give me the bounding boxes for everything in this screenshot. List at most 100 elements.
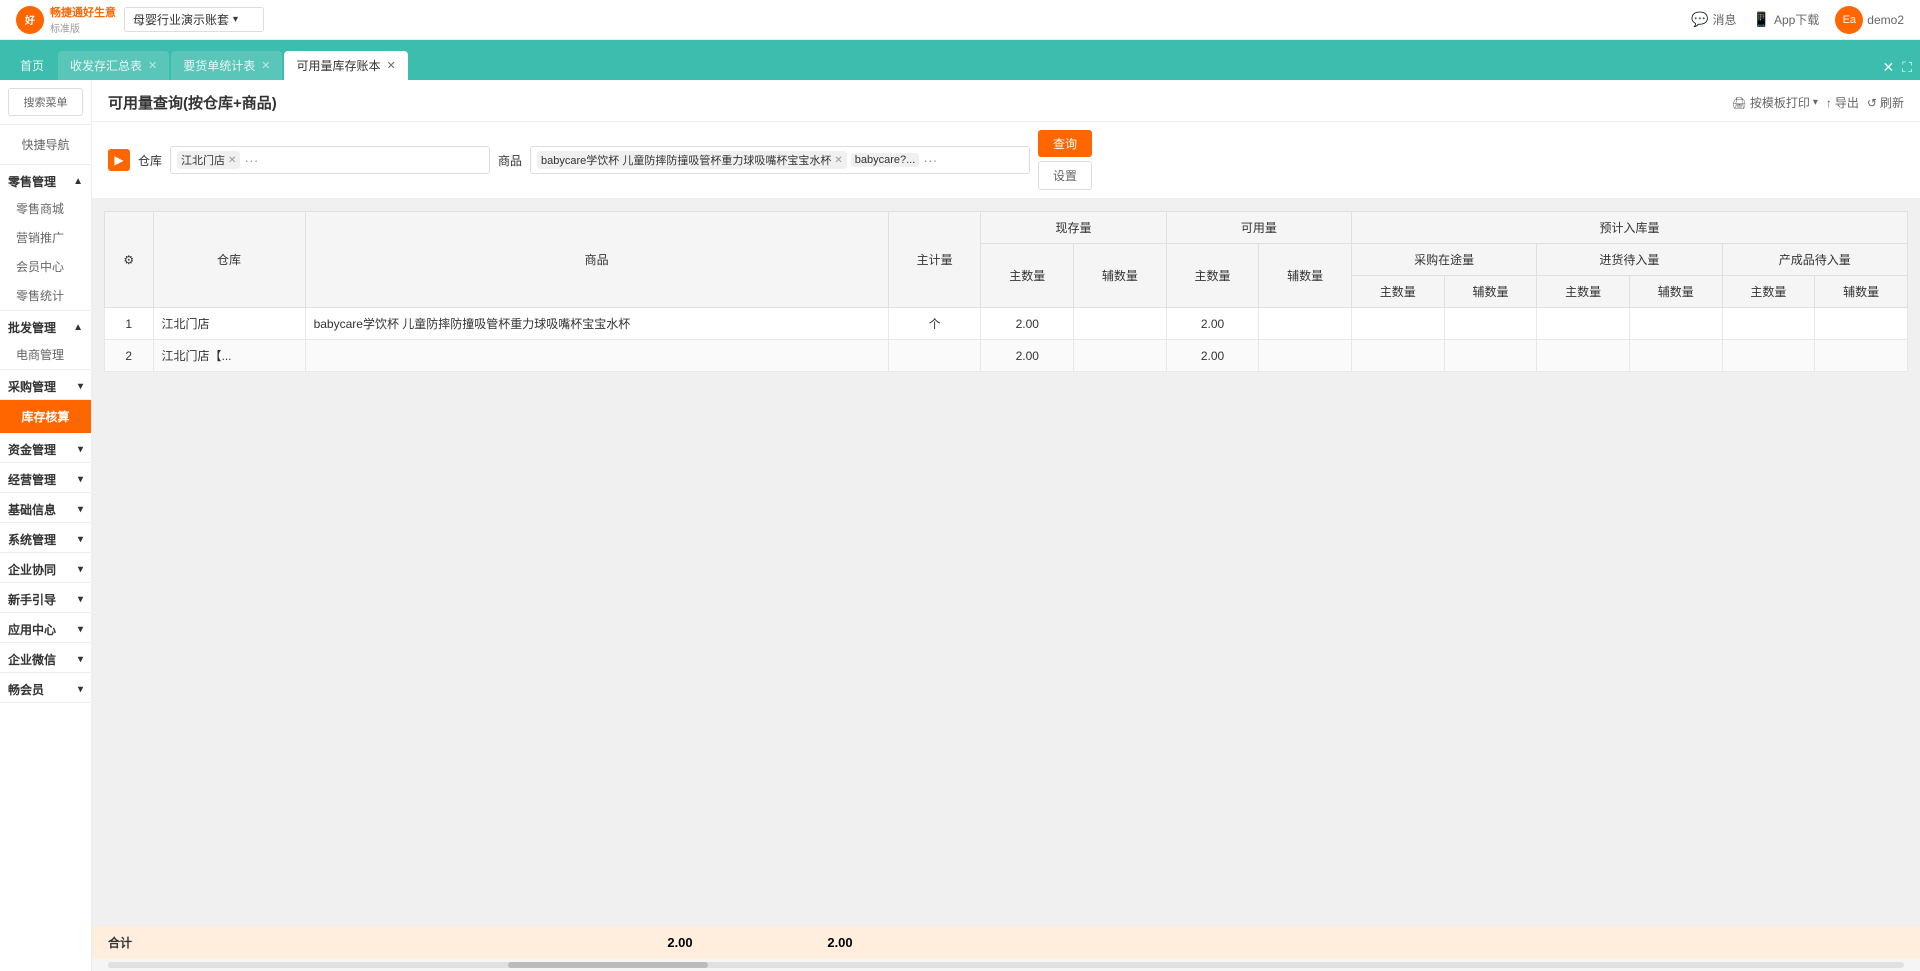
cell-product-aux [1815, 340, 1908, 372]
sidebar-item-quicknav[interactable]: 快捷导航 [0, 129, 91, 160]
scroll-thumb[interactable] [508, 962, 708, 968]
table-row: 1 江北门店 babycare学饮杯 儿童防摔防撞吸管杯重力球吸嘴杯宝宝水杯 个… [105, 308, 1908, 340]
top-bar: 好 畅捷通好生意 标准版 母婴行业演示账套 💬 消息 📱 App下载 Ea de… [0, 0, 1920, 40]
product-tag-2-text: babycare?... [855, 154, 916, 166]
sidebar-section-wechat-header[interactable]: 企业微信 ▾ [0, 643, 91, 672]
operation-chevron-icon: ▾ [78, 474, 83, 485]
print-chevron-icon: ▾ [1813, 97, 1818, 108]
sidebar-item-member-center[interactable]: 会员中心 [0, 252, 91, 281]
top-bar-left: 好 畅捷通好生意 标准版 母婴行业演示账套 [16, 4, 264, 35]
th-purchase-transit-group: 采购在途量 [1351, 244, 1536, 276]
message-icon: 💬 [1691, 11, 1708, 28]
newguide-chevron-icon: ▾ [78, 594, 83, 605]
cell-warehouse: 江北门店 [153, 308, 305, 340]
th-gear[interactable]: ⚙ [105, 212, 154, 308]
footer-label: 合计 [108, 934, 200, 951]
gear-icon: ⚙ [123, 253, 134, 267]
sidebar-item-inventory-active[interactable]: 库存核算 [0, 400, 91, 433]
purchase-chevron-icon: ▾ [78, 381, 83, 392]
chevron-down-icon [233, 14, 238, 25]
app-download-btn[interactable]: 📱 App下载 [1753, 11, 1820, 28]
sidebar-item-marketing[interactable]: 营销推广 [0, 223, 91, 252]
system-chevron-icon: ▾ [78, 534, 83, 545]
sidebar-section-retail-header[interactable]: 零售管理 ▲ [0, 165, 91, 194]
app-download-label: App下载 [1774, 11, 1819, 28]
close-window-icon[interactable]: ✕ [1882, 59, 1894, 76]
product-filter-dots[interactable]: ··· [923, 152, 937, 168]
sidebar-section-enterprise-header[interactable]: 企业协同 ▾ [0, 553, 91, 582]
finance-label: 资金管理 [8, 441, 56, 458]
query-btn[interactable]: 查询 [1038, 130, 1092, 157]
sidebar-item-retail-mall[interactable]: 零售商城 [0, 194, 91, 223]
th-inbound-pending-group: 进货待入量 [1537, 244, 1722, 276]
sidebar-section-system-header[interactable]: 系统管理 ▾ [0, 523, 91, 552]
member-chevron-icon: ▾ [78, 684, 83, 695]
sidebar-item-ecommerce[interactable]: 电商管理 [0, 340, 91, 369]
sidebar-section-purchase-header[interactable]: 采购管理 ▾ [0, 370, 91, 399]
product-tag-close[interactable]: ✕ [834, 155, 842, 166]
tab-receipts[interactable]: 收发存汇总表 ✕ [58, 51, 169, 80]
sidebar-section-finance-header[interactable]: 资金管理 ▾ [0, 433, 91, 462]
tab-home[interactable]: 首页 [8, 51, 56, 80]
product-filter-label: 商品 [498, 152, 522, 169]
wechat-label: 企业微信 [8, 651, 56, 668]
logo-sub-text: 标准版 [50, 20, 116, 35]
refresh-icon: ↺ [1867, 96, 1877, 110]
sidebar-section-basics-header[interactable]: 基础信息 ▾ [0, 493, 91, 522]
cell-purchase-main [1351, 308, 1444, 340]
th-product-pending-group: 产成品待入量 [1722, 244, 1907, 276]
member-label: 畅会员 [8, 681, 44, 698]
refresh-btn[interactable]: ↺ 刷新 [1867, 94, 1904, 111]
print-icon: 🖨 [1732, 96, 1747, 110]
print-btn[interactable]: 🖨 按模板打印 ▾ [1732, 94, 1818, 111]
finance-chevron-icon: ▾ [78, 444, 83, 455]
tab-receipts-close[interactable]: ✕ [148, 59, 157, 72]
warehouse-tag-close[interactable]: ✕ [228, 155, 236, 166]
settings-btn[interactable]: 设置 [1038, 161, 1092, 190]
retail-label: 零售管理 [8, 173, 56, 190]
search-menu-btn[interactable]: 搜索菜单 [8, 88, 83, 116]
app-icon: 📱 [1753, 11, 1770, 28]
sidebar-section-member-header[interactable]: 畅会员 ▾ [0, 673, 91, 702]
tab-orders[interactable]: 要货单统计表 ✕ [171, 51, 282, 80]
sidebar-section-appcenter-header[interactable]: 应用中心 ▾ [0, 613, 91, 642]
sidebar-section-operation-header[interactable]: 经营管理 ▾ [0, 463, 91, 492]
sidebar-section-member: 畅会员 ▾ [0, 673, 91, 703]
purchase-label: 采购管理 [8, 378, 56, 395]
sidebar-section-enterprise: 企业协同 ▾ [0, 553, 91, 583]
user-area[interactable]: Ea demo2 [1835, 6, 1904, 34]
sidebar-section-wechat: 企业微信 ▾ [0, 643, 91, 673]
th-main-unit: 主计量 [888, 212, 981, 308]
logo-text: 畅捷通好生意 标准版 [50, 4, 116, 35]
expand-filter-btn[interactable]: ▶ [108, 149, 130, 171]
wholesale-chevron-icon: ▲ [73, 322, 83, 333]
th-warehouse: 仓库 [153, 212, 305, 308]
enterprise-label: 企业协同 [8, 561, 56, 578]
tab-orders-close[interactable]: ✕ [261, 59, 270, 72]
page-title: 可用量查询(按仓库+商品) [108, 92, 277, 113]
appcenter-chevron-icon: ▾ [78, 624, 83, 635]
cell-avail-aux [1259, 340, 1352, 372]
top-bar-right: 💬 消息 📱 App下载 Ea demo2 [1691, 6, 1904, 34]
tab-inventory[interactable]: 可用量库存账本 ✕ [284, 51, 407, 80]
tab-inventory-close[interactable]: ✕ [387, 59, 396, 72]
export-label: 导出 [1835, 94, 1859, 111]
industry-select[interactable]: 母婴行业演示账套 [124, 7, 264, 32]
cell-inbound-main [1537, 340, 1630, 372]
warehouse-filter-tags[interactable]: 江北门店 ✕ ··· [170, 146, 490, 174]
tab-actions: ✕ ⛶ [1882, 59, 1912, 80]
export-icon: ↑ [1826, 96, 1832, 110]
cell-inbound-aux [1629, 340, 1722, 372]
maximize-icon[interactable]: ⛶ [1902, 59, 1912, 76]
sidebar-section-wholesale-header[interactable]: 批发管理 ▲ [0, 311, 91, 340]
cell-product-main [1722, 308, 1815, 340]
message-btn[interactable]: 💬 消息 [1691, 11, 1736, 28]
product-filter-tags[interactable]: babycare学饮杯 儿童防摔防撞吸管杯重力球吸嘴杯宝宝水杯 ✕ babyca… [530, 146, 1030, 174]
sidebar-section-newguide-header[interactable]: 新手引导 ▾ [0, 583, 91, 612]
product-tag-text: babycare学饮杯 儿童防摔防撞吸管杯重力球吸嘴杯宝宝水杯 [541, 152, 831, 168]
warehouse-filter-dots[interactable]: ··· [244, 152, 258, 168]
export-btn[interactable]: ↑ 导出 [1826, 94, 1859, 111]
sidebar-item-retail-stats[interactable]: 零售统计 [0, 281, 91, 310]
th-inbound-aux: 辅数量 [1629, 276, 1722, 308]
retail-chevron-icon: ▲ [73, 176, 83, 187]
